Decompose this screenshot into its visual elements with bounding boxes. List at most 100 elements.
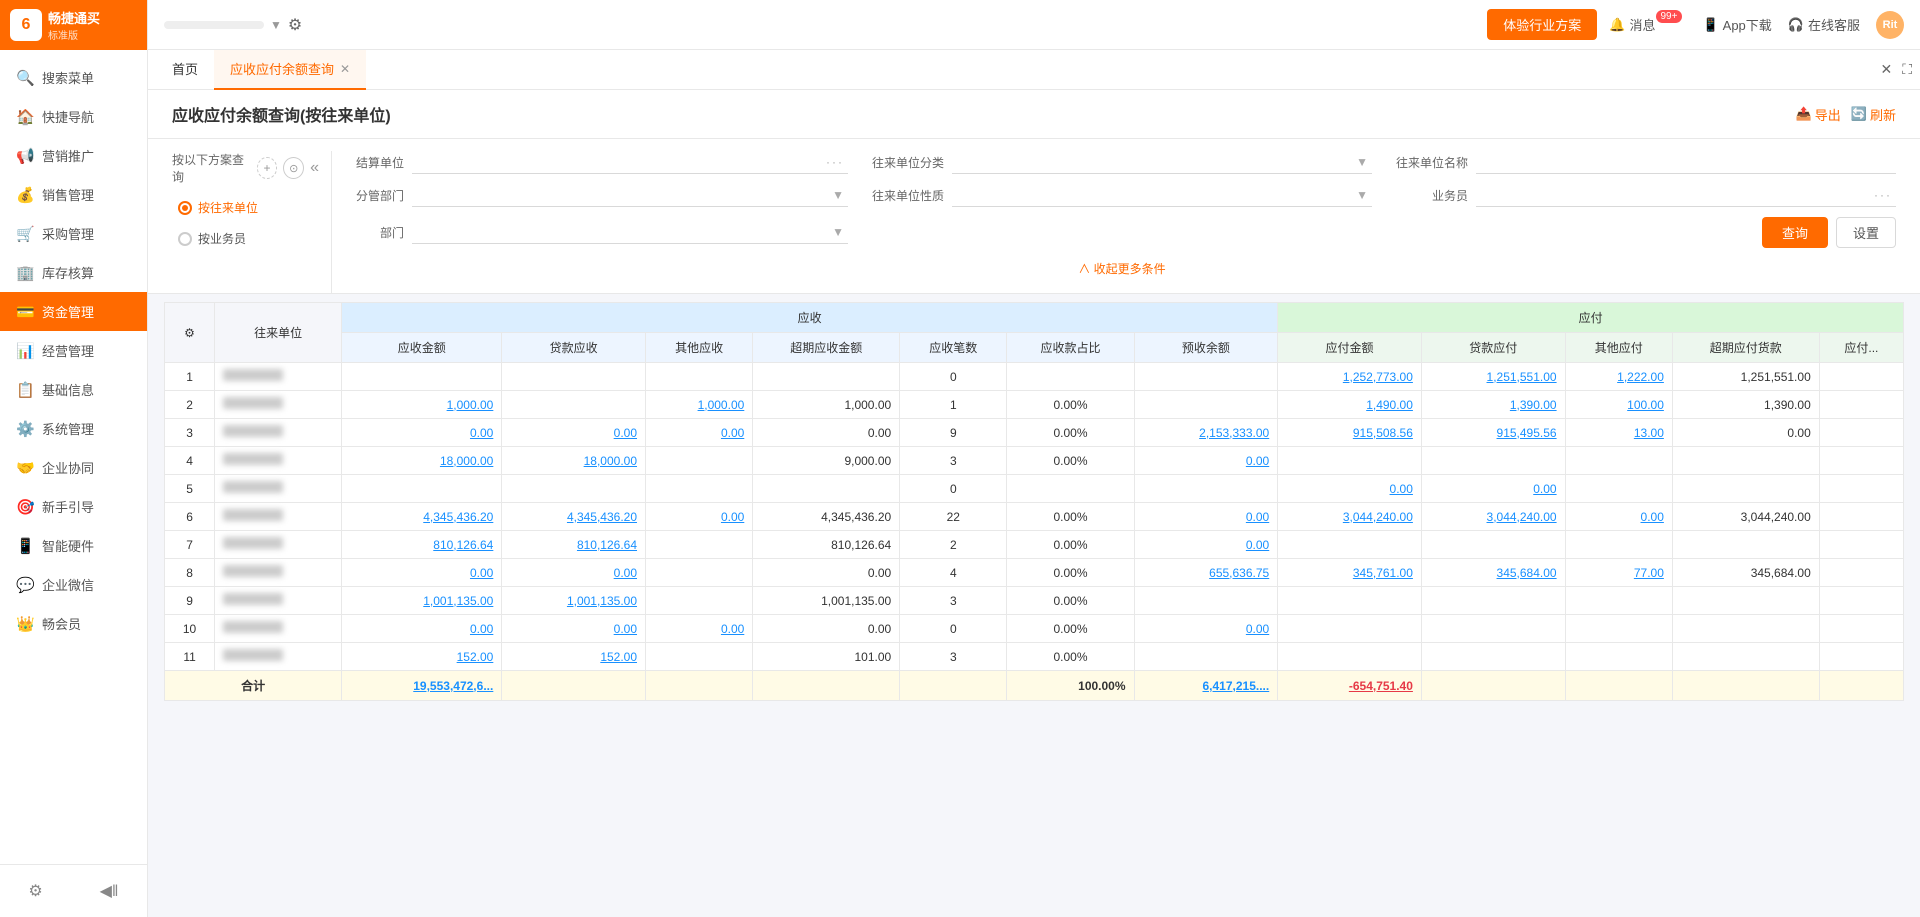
query-btn[interactable]: 查询	[1762, 217, 1828, 248]
settings-btn[interactable]: 设置	[1836, 217, 1896, 248]
cell-value[interactable]: 100.00	[1565, 391, 1672, 419]
tab-balance[interactable]: 应收应付余额查询 ✕	[214, 50, 366, 90]
subnav-by-unit[interactable]: 按往来单位	[172, 195, 319, 220]
cell-value[interactable]	[1421, 643, 1565, 671]
field-select-category[interactable]: ▼	[952, 151, 1372, 174]
cell-value[interactable]	[646, 559, 753, 587]
cell-value[interactable]	[1421, 531, 1565, 559]
field-select-nature[interactable]: ▼	[952, 184, 1372, 207]
header-settings-icon[interactable]: ⚙	[288, 15, 302, 35]
tab-close-icon[interactable]: ✕	[340, 62, 350, 76]
cell-value[interactable]	[1134, 475, 1278, 503]
cell-value[interactable]: 152.00	[342, 643, 502, 671]
cell-value[interactable]	[646, 587, 753, 615]
cell-value[interactable]: 152.00	[502, 643, 646, 671]
field-select-dept[interactable]: ▼	[412, 184, 848, 207]
filter-schema-btn[interactable]: ⊙	[283, 157, 304, 179]
sidebar-item-newbie[interactable]: 🎯新手引导	[0, 487, 147, 526]
user-area[interactable]: Rit	[1876, 11, 1904, 39]
cell-value[interactable]: 0.00	[646, 503, 753, 531]
cell-value[interactable]: 0.00	[1134, 447, 1278, 475]
subnav-by-salesman[interactable]: 按业务员	[172, 226, 319, 251]
industry-btn[interactable]: 体验行业方案	[1487, 9, 1597, 40]
cell-value[interactable]: 0.00	[342, 615, 502, 643]
cell-value[interactable]: 0.00	[342, 419, 502, 447]
cell-value[interactable]	[1134, 643, 1278, 671]
cell-value[interactable]	[1421, 615, 1565, 643]
cell-value[interactable]	[646, 363, 753, 391]
cell-value[interactable]	[1565, 587, 1672, 615]
cell-value[interactable]: 1,001,135.00	[342, 587, 502, 615]
sidebar-item-wechat[interactable]: 💬企业微信	[0, 565, 147, 604]
refresh-btn[interactable]: 🔄 刷新	[1851, 105, 1896, 124]
cell-value[interactable]: 915,495.56	[1421, 419, 1565, 447]
field-input-settlement[interactable]: ···	[412, 151, 848, 174]
cell-value[interactable]: 1,252,773.00	[1278, 363, 1422, 391]
cell-value[interactable]: 4,345,436.20	[342, 503, 502, 531]
cell-value[interactable]	[1421, 447, 1565, 475]
sidebar-item-system[interactable]: ⚙️系统管理	[0, 409, 147, 448]
cell-value[interactable]: 1,251,551.00	[1421, 363, 1565, 391]
cell-value[interactable]: 0.00	[1134, 531, 1278, 559]
cell-value[interactable]	[502, 475, 646, 503]
sidebar-settings-btn[interactable]: ⚙	[22, 875, 48, 907]
cell-value[interactable]: 0.00	[502, 559, 646, 587]
online-service-btn[interactable]: 🎧 在线客服	[1788, 15, 1860, 34]
cell-value[interactable]	[1278, 587, 1422, 615]
cell-value[interactable]	[502, 391, 646, 419]
cell-value[interactable]: 77.00	[1565, 559, 1672, 587]
cell-value[interactable]	[1565, 615, 1672, 643]
tab-close-all-icon[interactable]: ✕	[1880, 61, 1892, 78]
cell-value[interactable]	[1421, 587, 1565, 615]
cell-value[interactable]: 915,508.56	[1278, 419, 1422, 447]
cell-value[interactable]: 0.00	[646, 419, 753, 447]
cell-value[interactable]: 18,000.00	[342, 447, 502, 475]
cell-value[interactable]: 0.00	[1134, 503, 1278, 531]
cell-value[interactable]	[646, 475, 753, 503]
footer-ap-amount[interactable]: -654,751.40	[1278, 671, 1422, 701]
cell-value[interactable]	[1565, 475, 1672, 503]
cell-value[interactable]: 0.00	[1134, 615, 1278, 643]
cell-value[interactable]	[342, 363, 502, 391]
cell-value[interactable]	[1134, 587, 1278, 615]
export-btn[interactable]: 📤 导出	[1796, 105, 1841, 124]
cell-value[interactable]: 3,044,240.00	[1421, 503, 1565, 531]
cell-value[interactable]: 0.00	[1421, 475, 1565, 503]
sidebar-collapse-btn[interactable]: ◀‖	[94, 875, 125, 907]
table-settings-icon[interactable]: ⚙	[184, 326, 195, 340]
sidebar-item-search[interactable]: 🔍搜索菜单	[0, 58, 147, 97]
filter-collapse-btn[interactable]: «	[310, 159, 319, 177]
filter-add-btn[interactable]: +	[257, 157, 278, 179]
tab-home[interactable]: 首页	[156, 50, 214, 90]
cell-value[interactable]	[1134, 391, 1278, 419]
cell-value[interactable]: 0.00	[646, 615, 753, 643]
cell-value[interactable]: 1,222.00	[1565, 363, 1672, 391]
cell-value[interactable]: 0.00	[502, 419, 646, 447]
cell-value[interactable]: 1,001,135.00	[502, 587, 646, 615]
footer-ar-amount[interactable]: 19,553,472,6...	[342, 671, 502, 701]
sidebar-item-sales[interactable]: 💰销售管理	[0, 175, 147, 214]
filter-collapse-row[interactable]: ∧ 收起更多条件	[348, 256, 1896, 281]
cell-value[interactable]: 1,390.00	[1421, 391, 1565, 419]
sidebar-item-vip[interactable]: 👑畅会员	[0, 604, 147, 643]
cell-value[interactable]	[1565, 447, 1672, 475]
cell-value[interactable]	[502, 363, 646, 391]
cell-value[interactable]: 810,126.64	[342, 531, 502, 559]
sidebar-item-quicknav[interactable]: 🏠快捷导航	[0, 97, 147, 136]
cell-value[interactable]: 1,490.00	[1278, 391, 1422, 419]
cell-value[interactable]: 13.00	[1565, 419, 1672, 447]
col-settings-header[interactable]: ⚙	[165, 303, 215, 363]
sidebar-item-hardware[interactable]: 📱智能硬件	[0, 526, 147, 565]
cell-value[interactable]	[1565, 531, 1672, 559]
sidebar-item-business[interactable]: 📊经营管理	[0, 331, 147, 370]
cell-value[interactable]: 2,153,333.00	[1134, 419, 1278, 447]
sidebar-item-marketing[interactable]: 📢营销推广	[0, 136, 147, 175]
sidebar-item-basic[interactable]: 📋基础信息	[0, 370, 147, 409]
field-select-bmdept[interactable]: ▼	[412, 221, 848, 244]
cell-value[interactable]	[646, 447, 753, 475]
cell-value[interactable]: 1,000.00	[342, 391, 502, 419]
cell-value[interactable]: 0.00	[502, 615, 646, 643]
cell-value[interactable]	[646, 531, 753, 559]
cell-value[interactable]: 345,761.00	[1278, 559, 1422, 587]
cell-value[interactable]: 0.00	[1278, 475, 1422, 503]
